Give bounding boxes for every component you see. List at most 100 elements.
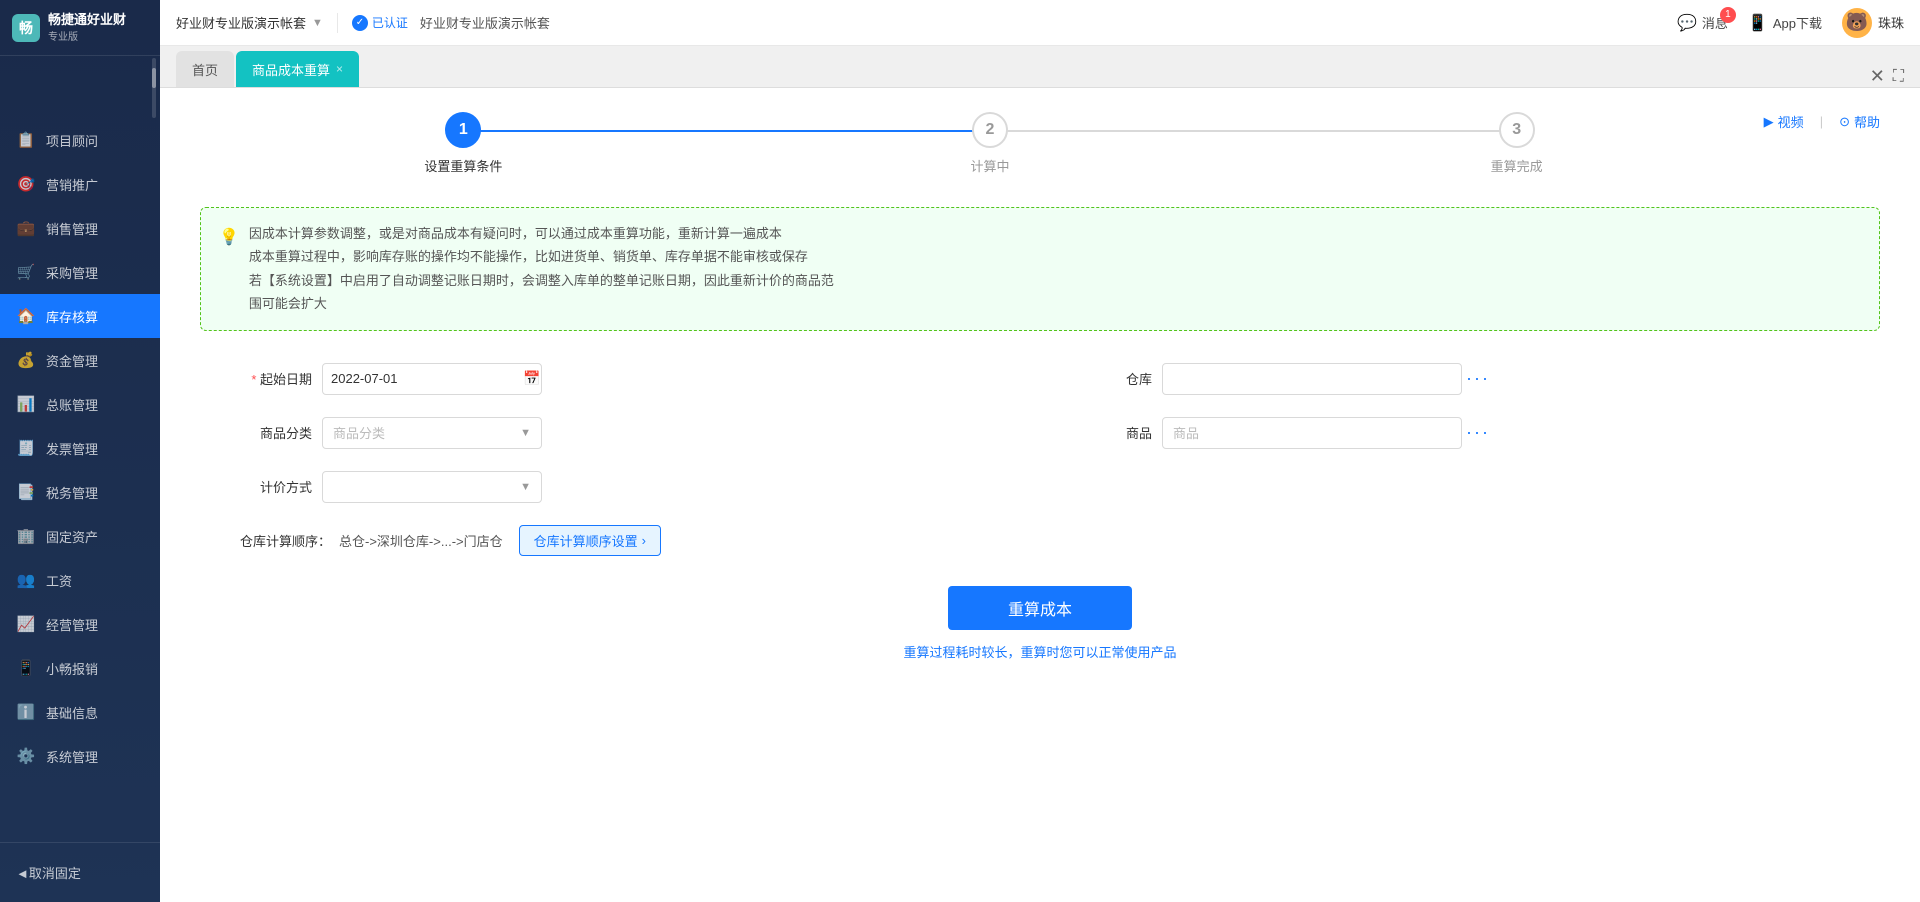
account-selector[interactable]: 好业财专业版演示帐套 ▼ — [176, 13, 323, 32]
calendar-icon[interactable]: 📅 — [515, 370, 548, 387]
start-date-input-wrapper[interactable]: 📅 — [322, 363, 542, 395]
assets-icon: 🏢 — [16, 526, 36, 546]
sidebar-item-label: 税务管理 — [46, 483, 98, 502]
ledger-icon: 📊 — [16, 394, 36, 414]
warehouse-more-icon[interactable]: ··· — [1462, 368, 1494, 389]
message-badge: 1 — [1720, 7, 1736, 23]
sidebar-item-assets[interactable]: 🏢 固定资产 — [0, 514, 160, 558]
sidebar-item-invoice[interactable]: 🧾 发票管理 — [0, 426, 160, 470]
step-2-label: 计算中 — [971, 156, 1010, 175]
content-actions: ▶ 视频 | ⊙ 帮助 — [1764, 112, 1880, 131]
step-1-circle: 1 — [445, 112, 481, 148]
sidebar-item-operations[interactable]: 📈 经营管理 — [0, 602, 160, 646]
price-method-group: 计价方式 ▼ — [240, 471, 1840, 503]
category-select[interactable]: 商品分类 ▼ — [322, 417, 542, 449]
sidebar-logo: 畅 畅捷通好业财 专业版 — [0, 0, 160, 56]
tab-home-label: 首页 — [192, 60, 218, 79]
product-label: 商品 — [1080, 423, 1152, 442]
unpin-label: ◄取消固定 — [16, 863, 81, 882]
topbar-divider — [337, 13, 338, 33]
tab-recalc[interactable]: 商品成本重算 × — [236, 51, 359, 87]
step-3-label: 重算完成 — [1491, 156, 1543, 175]
product-placeholder: 商品 — [1173, 423, 1199, 442]
warehouse-order-settings-button[interactable]: 仓库计算顺序设置 › — [519, 525, 661, 556]
warehouse-order-label: 仓库计算顺序： — [240, 531, 331, 550]
certified-badge: ✓ 已认证 — [352, 14, 408, 31]
sidebar-item-label: 采购管理 — [46, 263, 98, 282]
sidebar-item-purchase[interactable]: 🛒 采购管理 — [0, 250, 160, 294]
sidebar-item-finance[interactable]: 💰 资金管理 — [0, 338, 160, 382]
warehouse-label: 仓库 — [1080, 369, 1152, 388]
price-method-select[interactable]: ▼ — [322, 471, 542, 503]
recalc-area: 重算成本 重算过程耗时较长，重算时您可以正常使用产品 — [200, 586, 1880, 661]
sidebar-item-project[interactable]: 📋 项目顾问 — [0, 118, 160, 162]
topbar-right: 💬 消息 1 📱 App下载 🐻 珠珠 — [1677, 8, 1904, 38]
form-row-3: 计价方式 ▼ — [240, 471, 1840, 503]
phone-icon: 📱 — [1748, 13, 1768, 33]
start-date-input[interactable] — [323, 371, 515, 386]
sidebar-item-sales[interactable]: 💼 销售管理 — [0, 206, 160, 250]
avatar: 🐻 — [1842, 8, 1872, 38]
sidebar-item-marketing[interactable]: 🎯 营销推广 — [0, 162, 160, 206]
warehouse-input[interactable] — [1162, 363, 1462, 395]
app-logo-icon: 畅 — [12, 14, 40, 42]
form-row-2: 商品分类 商品分类 ▼ 商品 商品 ··· — [240, 417, 1840, 449]
warehouse-order-chevron-icon: › — [642, 533, 646, 548]
invoice-icon: 🧾 — [16, 438, 36, 458]
operations-icon: 📈 — [16, 614, 36, 634]
warehouse-order-value: 总仓->深圳仓库->...->门店仓 — [339, 531, 503, 550]
sidebar-item-label: 基础信息 — [46, 703, 98, 722]
marketing-icon: 🎯 — [16, 174, 36, 194]
sidebar-nav: 📋 项目顾问 🎯 营销推广 💼 销售管理 🛒 采购管理 🏠 库存核算 💰 资金管… — [0, 56, 160, 842]
sidebar-item-label: 小畅报销 — [46, 659, 98, 678]
product-input[interactable]: 商品 — [1162, 417, 1462, 449]
certified-text: 已认证 — [372, 14, 408, 31]
close-window-icon[interactable]: ✕ — [1870, 66, 1885, 87]
username: 珠珠 — [1878, 13, 1904, 32]
sidebar-item-salary[interactable]: 👥 工资 — [0, 558, 160, 602]
tab-close-icon[interactable]: × — [336, 62, 343, 76]
help-label: 帮助 — [1854, 112, 1880, 131]
step-1-label: 设置重算条件 — [424, 156, 502, 175]
system-icon: ⚙️ — [16, 746, 36, 766]
sidebar-item-basic[interactable]: ℹ️ 基础信息 — [0, 690, 160, 734]
steps-indicator: 1 设置重算条件 2 计算中 3 重算完成 — [200, 112, 1880, 175]
product-more-icon[interactable]: ··· — [1462, 422, 1494, 443]
lightbulb-icon: 💡 — [219, 224, 239, 316]
finance-icon: 💰 — [16, 350, 36, 370]
sidebar-item-ledger[interactable]: 📊 总账管理 — [0, 382, 160, 426]
sidebar-item-expense[interactable]: 📱 小畅报销 — [0, 646, 160, 690]
main-area: 好业财专业版演示帐套 ▼ ✓ 已认证 好业财专业版演示帐套 💬 消息 1 📱 A… — [160, 0, 1920, 902]
purchase-icon: 🛒 — [16, 262, 36, 282]
sidebar: 畅 畅捷通好业财 专业版 📋 项目顾问 🎯 营销推广 💼 销售管理 🛒 采购管理 — [0, 0, 160, 902]
sidebar-item-label: 总账管理 — [46, 395, 98, 414]
tab-recalc-label: 商品成本重算 — [252, 60, 330, 79]
sidebar-item-inventory[interactable]: 🏠 库存核算 — [0, 294, 160, 338]
app-download-label: App下载 — [1773, 13, 1822, 32]
sidebar-item-tax[interactable]: 📑 税务管理 — [0, 470, 160, 514]
sales-icon: 💼 — [16, 218, 36, 238]
message-button[interactable]: 💬 消息 1 — [1677, 13, 1728, 33]
account-chevron-icon: ▼ — [312, 17, 323, 29]
app-download-button[interactable]: 📱 App下载 — [1748, 13, 1822, 33]
maximize-icon[interactable]: ⛶ — [1893, 68, 1904, 86]
user-profile[interactable]: 🐻 珠珠 — [1842, 8, 1904, 38]
step-2-circle: 2 — [972, 112, 1008, 148]
step-3-circle: 3 — [1499, 112, 1535, 148]
tabbar: 首页 商品成本重算 × ✕ ⛶ — [160, 46, 1920, 88]
form-row-1: 起始日期 📅 仓库 ··· — [240, 363, 1840, 395]
category-label: 商品分类 — [240, 423, 312, 442]
basic-icon: ℹ️ — [16, 702, 36, 722]
sidebar-item-label: 工资 — [46, 571, 72, 590]
message-icon: 💬 — [1677, 13, 1697, 33]
sidebar-item-system[interactable]: ⚙️ 系统管理 — [0, 734, 160, 778]
info-box: 💡 因成本计算参数调整，或是对商品成本有疑问时，可以通过成本重算功能，重新计算一… — [200, 207, 1880, 331]
expense-icon: 📱 — [16, 658, 36, 678]
video-label: 视频 — [1778, 112, 1804, 131]
tab-home[interactable]: 首页 — [176, 51, 234, 87]
unpin-button[interactable]: ◄取消固定 — [0, 853, 160, 892]
help-button[interactable]: ⊙ 帮助 — [1839, 112, 1880, 131]
category-chevron-icon: ▼ — [520, 427, 531, 439]
recalc-button[interactable]: 重算成本 — [948, 586, 1132, 630]
warehouse-group: 仓库 ··· — [1080, 363, 1840, 395]
